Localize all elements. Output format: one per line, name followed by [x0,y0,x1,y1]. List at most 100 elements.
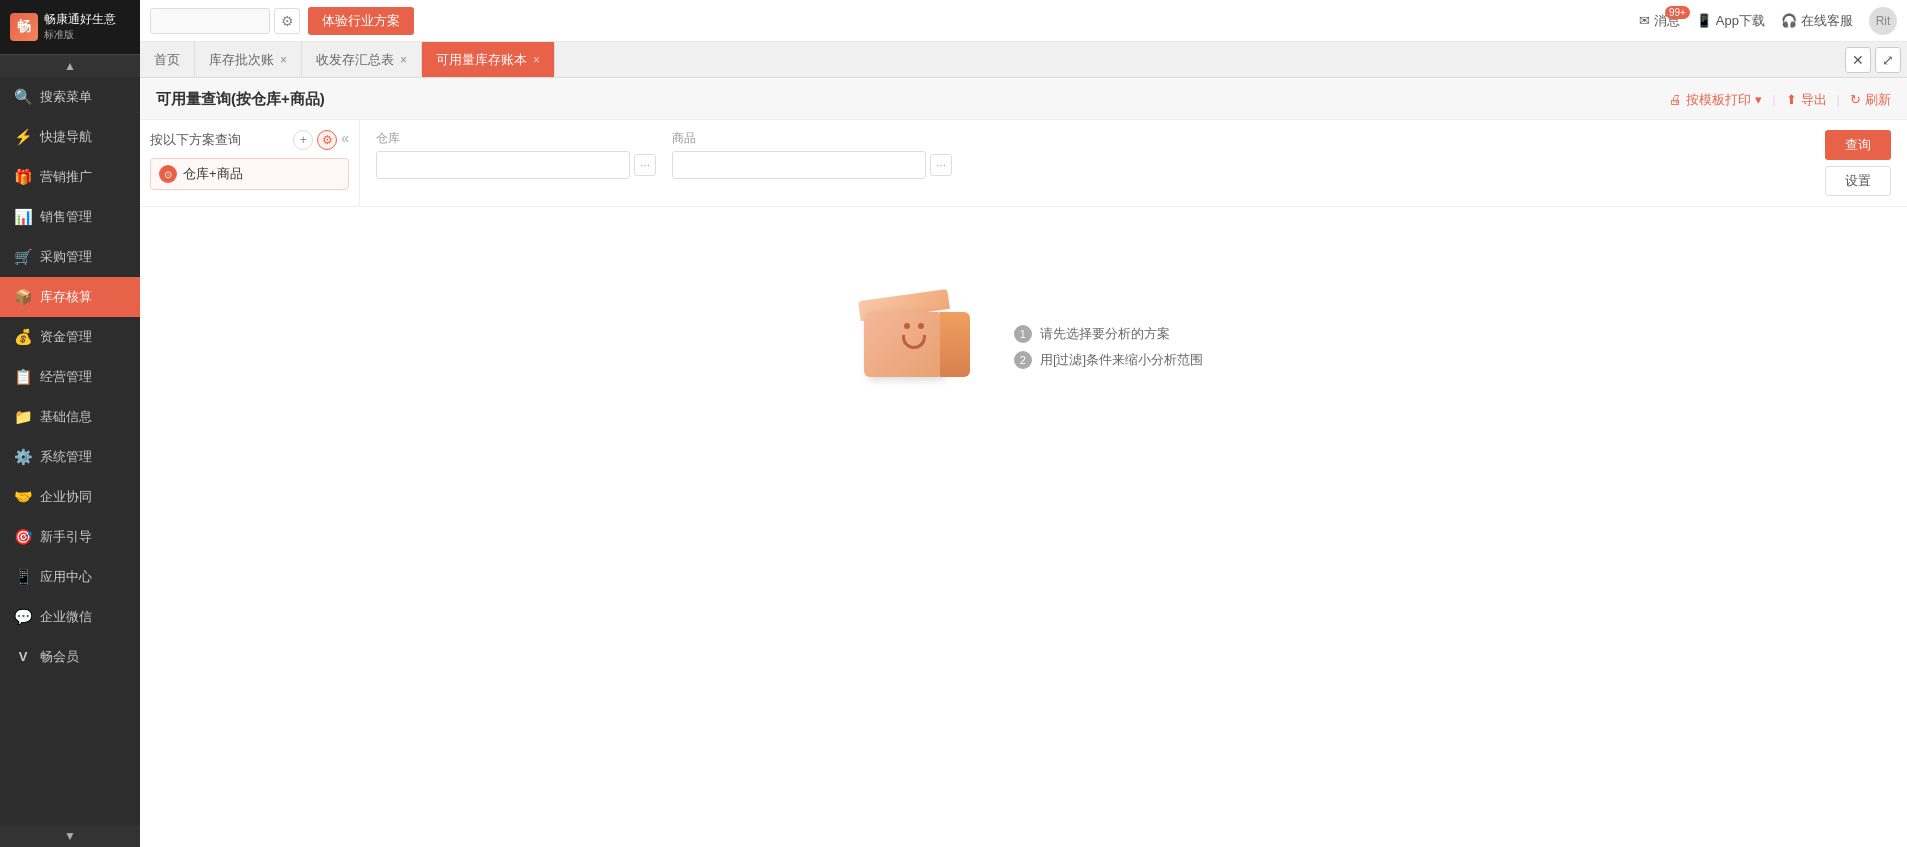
tab-batch-account[interactable]: 库存批次账 × [195,42,302,77]
sidebar-scroll-down[interactable]: ▼ [0,825,140,847]
settings-scheme-btn[interactable]: ⚙ [317,130,337,150]
add-scheme-btn[interactable]: + [293,130,313,150]
filter-left-actions: + ⚙ « [293,130,349,150]
print-dropdown-icon: ▾ [1755,92,1762,107]
sidebar-item-label: 采购管理 [40,248,92,266]
product-label: 商品 [672,130,952,147]
tab-collect-summary[interactable]: 收发存汇总表 × [302,42,422,77]
tab-expand-btn[interactable]: ⤢ [1875,47,1901,73]
product-input[interactable] [672,151,926,179]
topbar-search-area: ⚙ [150,8,300,34]
sidebar-item-basic[interactable]: 📁 基础信息 [0,397,140,437]
enterprise-icon: 🤝 [14,488,32,506]
warehouse-label: 仓库 [376,130,656,147]
app-download-btn[interactable]: 📱 App下载 [1696,12,1765,30]
warehouse-more-btn[interactable]: ··· [634,154,656,176]
sidebar-item-label: 畅会员 [40,648,79,666]
page-header: 可用量查询(按仓库+商品) 🖨 按模板打印 ▾ | ⬆ 导出 | ↻ 刷新 [140,78,1907,120]
tab-collect-summary-label: 收发存汇总表 [316,51,394,69]
print-icon: 🖨 [1669,92,1682,107]
service-icon: 🎧 [1781,13,1797,28]
sidebar-item-inventory[interactable]: 📦 库存核算 [0,277,140,317]
sidebar: 畅 畅康通好生意 标准版 ▲ 🔍 搜索菜单 ⚡ 快捷导航 🎁 营销推广 📊 销售… [0,0,140,847]
hint-num-1: 1 [1014,325,1032,343]
wechat-icon: 💬 [14,608,32,626]
tab-home[interactable]: 首页 [140,42,195,77]
shortcut-icon: ⚡ [14,128,32,146]
message-icon: ✉ [1639,13,1650,28]
filter-right-panel: 仓库 ··· 商品 ··· 查询 设置 [360,120,1907,206]
online-service-label: 在线客服 [1801,12,1853,30]
print-label: 按模板打印 [1686,91,1751,109]
sidebar-item-label: 库存核算 [40,288,92,306]
filter-action-buttons: 查询 设置 [1825,130,1891,196]
export-label: 导出 [1801,91,1827,109]
search-input[interactable] [150,8,270,34]
app-download-label: App下载 [1716,12,1765,30]
scheme-icon: ⊙ [159,165,177,183]
divider: | [1772,92,1775,107]
sidebar-item-label: 应用中心 [40,568,92,586]
industry-btn[interactable]: 体验行业方案 [308,7,414,35]
tab-collect-summary-close[interactable]: × [400,53,407,67]
tab-available-ledger-close[interactable]: × [533,53,540,67]
sidebar-item-shortcut[interactable]: ⚡ 快捷导航 [0,117,140,157]
sidebar-item-guide[interactable]: 🎯 新手引导 [0,517,140,557]
avatar-text: Rit [1876,14,1891,28]
tab-close-all-btn[interactable]: ✕ [1845,47,1871,73]
sidebar-item-operations[interactable]: 📋 经营管理 [0,357,140,397]
sidebar-item-sales[interactable]: 📊 销售管理 [0,197,140,237]
sidebar-item-funds[interactable]: 💰 资金管理 [0,317,140,357]
message-btn[interactable]: ✉ 消息 99+ [1639,12,1680,30]
sidebar-item-wechat[interactable]: 💬 企业微信 [0,597,140,637]
tab-batch-account-label: 库存批次账 [209,51,274,69]
sales-icon: 📊 [14,208,32,226]
topbar-gear-btn[interactable]: ⚙ [274,8,300,34]
sidebar-item-marketing[interactable]: 🎁 营销推广 [0,157,140,197]
user-avatar[interactable]: Rit [1869,7,1897,35]
sidebar-item-appcenter[interactable]: 📱 应用中心 [0,557,140,597]
sidebar-item-label: 经营管理 [40,368,92,386]
hint-num-2: 2 [1014,351,1032,369]
ops-icon: 📋 [14,368,32,386]
scheme-item-label: 仓库+商品 [183,165,243,183]
print-template-btn[interactable]: 🖨 按模板打印 ▾ [1669,91,1762,109]
scheme-item-warehouse-product[interactable]: ⊙ 仓库+商品 [150,158,349,190]
sidebar-item-purchase[interactable]: 🛒 采购管理 [0,237,140,277]
tab-available-ledger[interactable]: 可用量库存账本 × [422,42,555,77]
collapse-panel-btn[interactable]: « [341,130,349,150]
empty-hint-2: 2 用[过滤]条件来缩小分析范围 [1014,351,1203,369]
guide-icon: 🎯 [14,528,32,546]
basic-icon: 📁 [14,408,32,426]
sidebar-item-label: 销售管理 [40,208,92,226]
empty-state: 1 请先选择要分析的方案 2 用[过滤]条件来缩小分析范围 [140,207,1907,487]
sidebar-scroll-up[interactable]: ▲ [0,55,140,77]
export-btn[interactable]: ⬆ 导出 [1786,91,1827,109]
filter-scheme-label: 按以下方案查询 [150,131,241,149]
hint-text-1: 请先选择要分析的方案 [1040,325,1170,343]
sidebar-item-enterprise[interactable]: 🤝 企业协同 [0,477,140,517]
export-icon: ⬆ [1786,92,1797,107]
box-smile [902,335,926,349]
query-button[interactable]: 查询 [1825,130,1891,160]
box-eye-right [918,323,924,329]
tabs-end-buttons: ✕ ⤢ [1845,47,1907,73]
tab-batch-account-close[interactable]: × [280,53,287,67]
marketing-icon: 🎁 [14,168,32,186]
divider2: | [1837,92,1840,107]
sidebar-item-search[interactable]: 🔍 搜索菜单 [0,77,140,117]
online-service-btn[interactable]: 🎧 在线客服 [1781,12,1853,30]
refresh-icon: ↻ [1850,92,1861,107]
filter-area: 按以下方案查询 + ⚙ « ⊙ 仓库+商品 仓库 [140,120,1907,207]
purchase-icon: 🛒 [14,248,32,266]
logo-icon: 畅 [10,13,38,41]
refresh-btn[interactable]: ↻ 刷新 [1850,91,1891,109]
sidebar-item-label: 搜索菜单 [40,88,92,106]
vip-icon: V [14,648,32,666]
settings-button[interactable]: 设置 [1825,166,1891,196]
warehouse-input[interactable] [376,151,630,179]
warehouse-input-row: ··· [376,151,656,179]
sidebar-item-vip[interactable]: V 畅会员 [0,637,140,677]
sidebar-item-system[interactable]: ⚙️ 系统管理 [0,437,140,477]
product-more-btn[interactable]: ··· [930,154,952,176]
